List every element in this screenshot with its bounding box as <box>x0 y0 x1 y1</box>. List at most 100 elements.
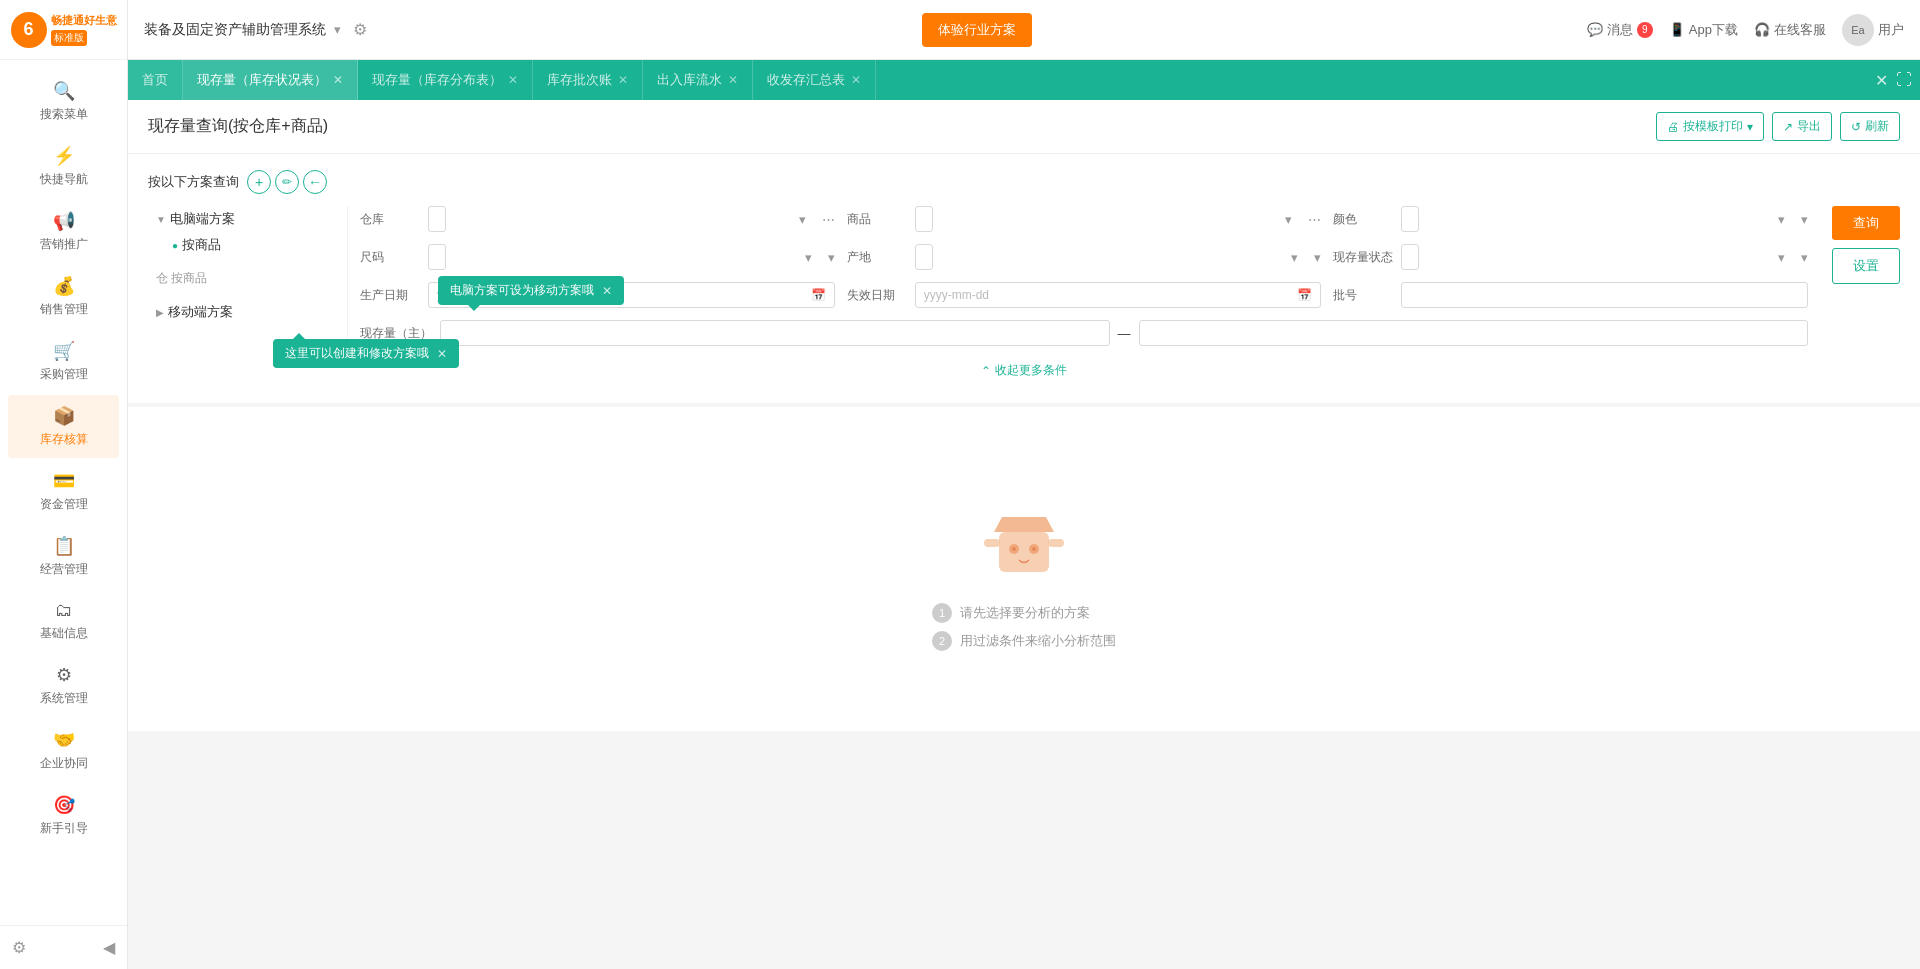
tooltip-scheme-close[interactable]: ✕ <box>602 284 612 298</box>
sidebar-item-enterprise[interactable]: 🤝 企业协同 <box>8 719 119 782</box>
sidebar-item-purchase[interactable]: 🛒 采购管理 <box>8 330 119 393</box>
search-button[interactable]: 查询 <box>1832 206 1900 240</box>
export-icon: ↗ <box>1783 120 1793 134</box>
message-item[interactable]: 💬 消息 9 <box>1587 21 1653 39</box>
sidebar-item-sales[interactable]: 💰 销售管理 <box>8 265 119 328</box>
tooltip-edit-close[interactable]: ✕ <box>437 347 447 361</box>
goods-more-icon[interactable]: ⋯ <box>1308 212 1321 227</box>
batch-input[interactable] <box>1401 282 1808 308</box>
sidebar-item-quick-nav[interactable]: ⚡ 快捷导航 <box>8 135 119 198</box>
add-scheme-button[interactable]: + <box>247 170 271 194</box>
scheme-mobile[interactable]: ▶ 移动端方案 <box>148 299 335 325</box>
warehouse-select-wrap <box>428 206 814 232</box>
system-name: 装备及固定资产辅助管理系统 <box>144 21 326 39</box>
tab-stock-status[interactable]: 现存量（库存状况表） ✕ <box>183 60 358 100</box>
sales-icon: 💰 <box>53 275 75 297</box>
expiry-date-input[interactable]: yyyy-mm-dd 📅 <box>915 282 1322 308</box>
tab-collect-dist[interactable]: 收发存汇总表 ✕ <box>753 60 876 100</box>
topbar-right: 💬 消息 9 📱 App下载 🎧 在线客服 Ea 用户 <box>1587 14 1904 46</box>
filter-size: 尺码 ▾ <box>360 244 835 270</box>
filter-warehouse: 仓库 ⋯ <box>360 206 835 232</box>
settings-button[interactable]: ⚙ <box>12 938 26 957</box>
sidebar-nav: 🔍 搜索菜单 ⚡ 快捷导航 📢 营销推广 💰 销售管理 🛒 采购管理 📦 库存核… <box>0 60 127 925</box>
filter-row-1: 仓库 ⋯ 商品 ⋯ 颜色 <box>360 206 1808 232</box>
stock-main-min-input[interactable] <box>440 320 1110 346</box>
scheme-active-icon: ● <box>172 240 178 251</box>
stock-status-select[interactable] <box>1401 244 1419 270</box>
close-all-tabs-button[interactable]: ✕ <box>1875 71 1888 90</box>
tab-close-stock-batch[interactable]: ✕ <box>618 73 628 87</box>
stock-status-arrow-icon[interactable]: ▾ <box>1801 250 1808 265</box>
sidebar-item-basic[interactable]: 🗂 基础信息 <box>8 590 119 652</box>
tab-close-stock-status[interactable]: ✕ <box>333 73 343 87</box>
filter-scheme-actions: + ✏ ← <box>247 170 327 194</box>
sidebar-item-marketing[interactable]: 📢 营销推广 <box>8 200 119 263</box>
marketing-icon: 📢 <box>53 210 75 232</box>
color-select[interactable] <box>1401 206 1419 232</box>
sidebar-bottom: ⚙ ◀ <box>0 925 127 969</box>
tab-in-out[interactable]: 出入库流水 ✕ <box>643 60 753 100</box>
refresh-button[interactable]: ↺ 刷新 <box>1840 112 1900 141</box>
filter-origin: 产地 ▾ <box>847 244 1322 270</box>
tooltip-edit: 这里可以创建和修改方案哦 ✕ <box>273 339 459 368</box>
sidebar: 6 畅捷通好生意 标准版 🔍 搜索菜单 ⚡ 快捷导航 📢 营销推广 💰 销售管理… <box>0 0 128 969</box>
sidebar-item-inventory[interactable]: 📦 库存核算 <box>8 395 119 458</box>
results-area: 1 请先选择要分析的方案 2 用过滤条件来缩小分析范围 <box>128 407 1920 731</box>
trial-button[interactable]: 体验行业方案 <box>922 13 1032 47</box>
scheme-desktop-item-goods[interactable]: ● 按商品 <box>148 232 335 258</box>
sidebar-item-guide[interactable]: 🎯 新手引导 <box>8 784 119 847</box>
scheme-desktop[interactable]: ▼ 电脑端方案 <box>148 206 335 232</box>
filter-batch: 批号 <box>1333 282 1808 308</box>
phone-icon: 📱 <box>1669 22 1685 37</box>
origin-select[interactable] <box>915 244 933 270</box>
filter-expiry-date: 失效日期 yyyy-mm-dd 📅 <box>847 282 1322 308</box>
size-arrow-icon[interactable]: ▾ <box>828 250 835 265</box>
setup-button[interactable]: 设置 <box>1832 248 1900 284</box>
filter-top: 按以下方案查询 + ✏ ← <box>148 170 1900 194</box>
user-item[interactable]: Ea 用户 <box>1842 14 1904 46</box>
warehouse-more-icon[interactable]: ⋯ <box>822 212 835 227</box>
export-button[interactable]: ↗ 导出 <box>1772 112 1832 141</box>
header-actions: 🖨 按模板打印 ▾ ↗ 导出 ↺ 刷新 <box>1656 112 1900 141</box>
filter-body: ▼ 电脑端方案 ● 按商品 仓 按商品 ▶ 移动端方案 <box>148 206 1900 354</box>
quick-nav-icon: ⚡ <box>53 145 75 167</box>
expand-button[interactable]: ⛶ <box>1896 71 1912 89</box>
tab-stock-dist[interactable]: 现存量（库存分布表） ✕ <box>358 60 533 100</box>
sidebar-item-search[interactable]: 🔍 搜索菜单 <box>8 70 119 133</box>
system-select-arrow: ▾ <box>334 22 341 37</box>
main-content: 现存量查询(按仓库+商品) 🖨 按模板打印 ▾ ↗ 导出 ↺ 刷新 按以下方案查… <box>128 100 1920 969</box>
online-support-item[interactable]: 🎧 在线客服 <box>1754 21 1826 39</box>
tab-close-collect-dist[interactable]: ✕ <box>851 73 861 87</box>
color-arrow-icon[interactable]: ▾ <box>1801 212 1808 227</box>
desktop-arrow-icon: ▼ <box>156 214 166 225</box>
size-select[interactable] <box>428 244 446 270</box>
search-button-col: 查询 设置 <box>1820 206 1900 354</box>
collapse-sidebar-button[interactable]: ◀ <box>103 938 115 957</box>
warehouse-select[interactable] <box>428 206 446 232</box>
sidebar-item-operations[interactable]: 📋 经营管理 <box>8 525 119 588</box>
stock-main-max-input[interactable] <box>1139 320 1809 346</box>
edit-circle-icon: ✏ <box>282 175 292 189</box>
tab-close-in-out[interactable]: ✕ <box>728 73 738 87</box>
finance-icon: 💳 <box>53 470 75 492</box>
collapse-button[interactable]: ⌃ 收起更多条件 <box>981 362 1067 379</box>
app-download-item[interactable]: 📱 App下载 <box>1669 21 1738 39</box>
message-icon: 💬 <box>1587 22 1603 37</box>
empty-hints: 1 请先选择要分析的方案 2 用过滤条件来缩小分析范围 <box>932 603 1116 651</box>
topbar-left: 装备及固定资产辅助管理系统 ▾ ⚙ <box>144 20 367 39</box>
edit-scheme-button[interactable]: ✏ <box>275 170 299 194</box>
tab-close-stock-dist[interactable]: ✕ <box>508 73 518 87</box>
print-arrow-icon: ▾ <box>1747 120 1753 134</box>
settings-gear-icon[interactable]: ⚙ <box>353 20 367 39</box>
search-icon: 🔍 <box>53 80 75 102</box>
purchase-icon: 🛒 <box>53 340 75 362</box>
refresh-icon: ↺ <box>1851 120 1861 134</box>
sidebar-item-finance[interactable]: 💳 资金管理 <box>8 460 119 523</box>
tab-stock-batch[interactable]: 库存批次账 ✕ <box>533 60 643 100</box>
goods-select[interactable] <box>915 206 933 232</box>
arrow-scheme-button[interactable]: ← <box>303 170 327 194</box>
sidebar-item-system[interactable]: ⚙ 系统管理 <box>8 654 119 717</box>
origin-arrow-icon[interactable]: ▾ <box>1314 250 1321 265</box>
tab-home[interactable]: 首页 <box>128 60 183 100</box>
template-print-button[interactable]: 🖨 按模板打印 ▾ <box>1656 112 1764 141</box>
